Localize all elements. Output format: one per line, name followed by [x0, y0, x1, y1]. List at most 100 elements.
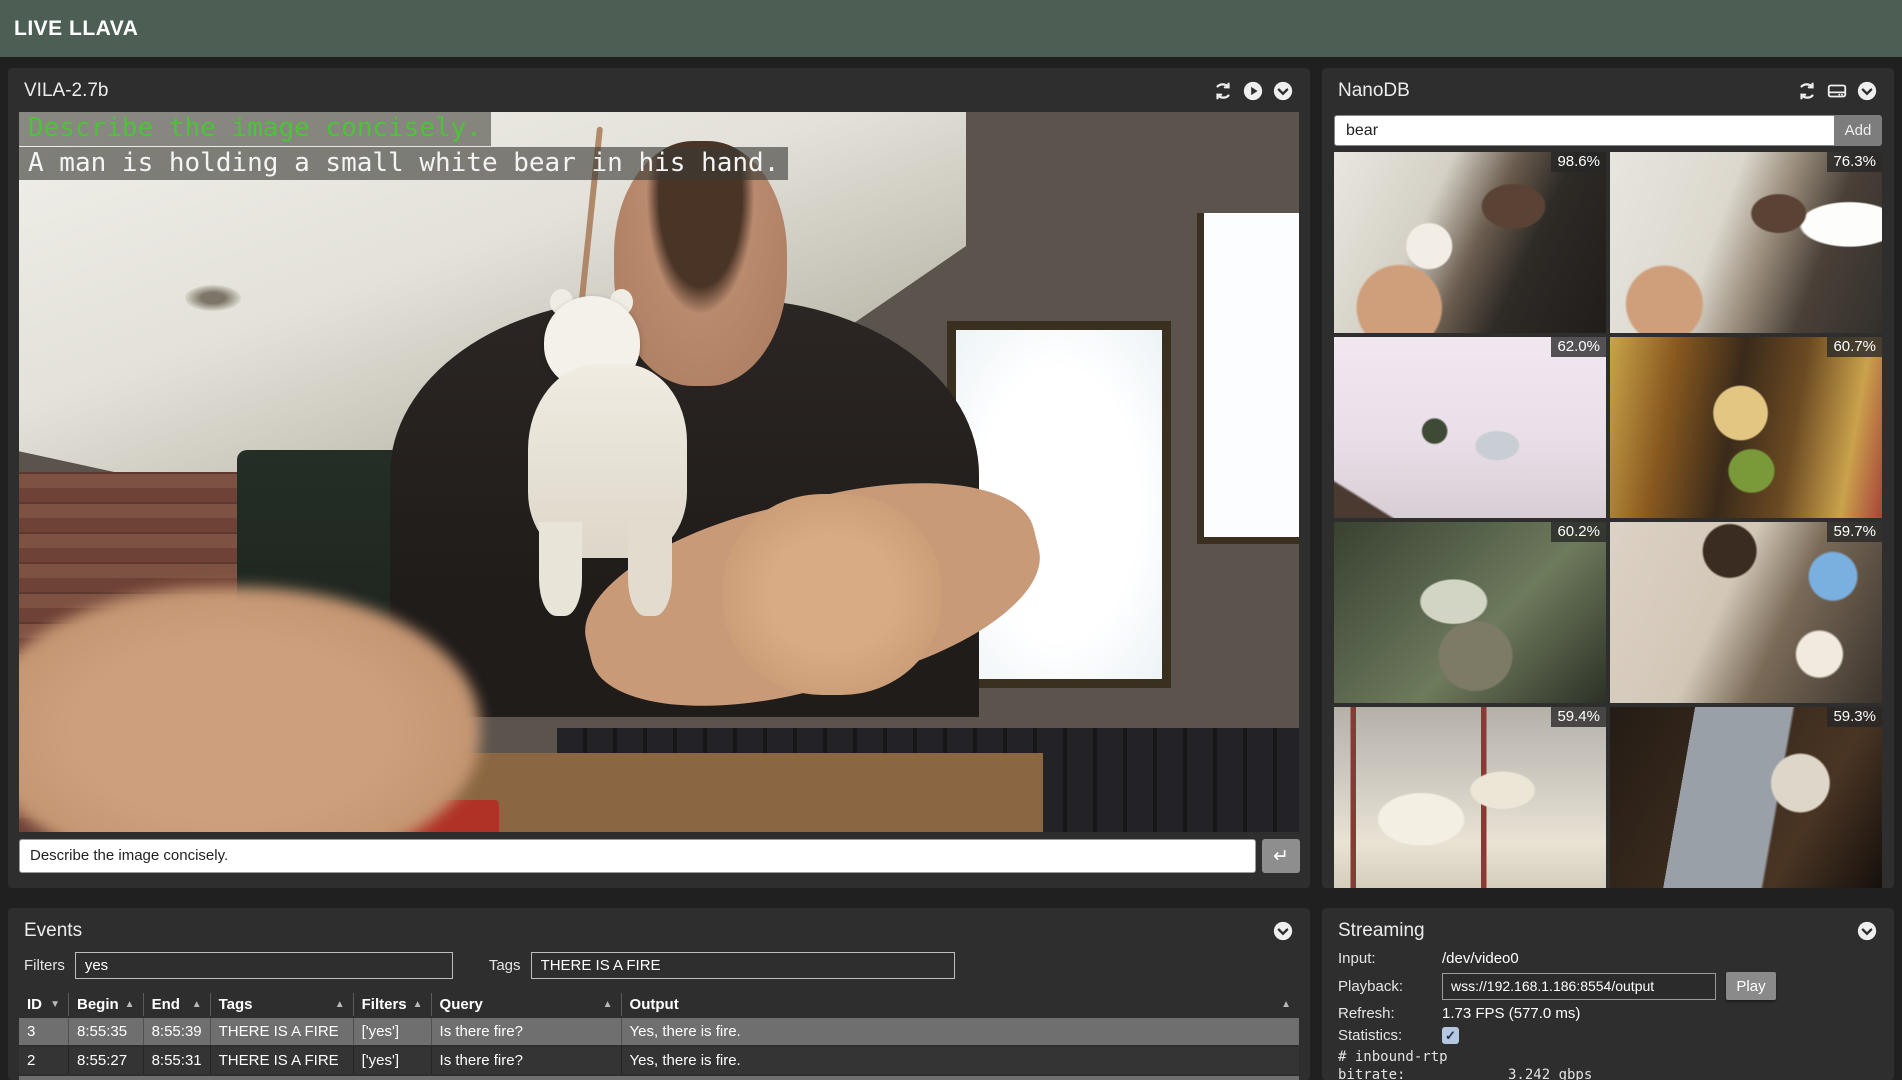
sort-desc-icon: ▼	[50, 999, 60, 1010]
chevron-down-icon[interactable]	[1856, 80, 1878, 102]
prompt-input[interactable]: Describe the image concisely.	[19, 839, 1256, 873]
nanodb-result-thumbnail[interactable]: 60.2%	[1334, 522, 1606, 703]
column-header-id[interactable]: ID ▼	[19, 993, 69, 1016]
return-icon: ↵	[1273, 845, 1289, 867]
bear-leg-shape	[538, 522, 583, 616]
cell-filters: ['yes']	[353, 1047, 432, 1074]
bear-leg-shape	[628, 522, 672, 616]
app-title: LIVE LLAVA	[14, 16, 139, 40]
cell-query: Is there fire?	[431, 1018, 622, 1045]
play-button[interactable]: Play	[1726, 972, 1776, 1000]
similarity-badge: 62.0%	[1551, 337, 1606, 357]
sort-asc-icon: ▲	[191, 999, 202, 1010]
cell-query: Is there fire?	[431, 1047, 622, 1074]
statistics-label: Statistics:	[1338, 1027, 1403, 1044]
stats-bitrate-value: 3.242 gbps	[1508, 1067, 1593, 1080]
filters-input[interactable]	[74, 952, 453, 979]
similarity-badge: 76.3%	[1827, 152, 1882, 172]
vila-panel: VILA-2.7b Describe the image concisely. …	[8, 68, 1310, 888]
similarity-badge: 59.4%	[1551, 707, 1606, 727]
sort-asc-icon: ▲	[602, 999, 613, 1010]
nanodb-result-thumbnail[interactable]: 98.6%	[1334, 152, 1606, 333]
nanodb-result-thumbnail[interactable]: 59.4%	[1334, 707, 1606, 888]
add-button[interactable]: Add	[1834, 115, 1882, 146]
check-icon: ✓	[1445, 1027, 1456, 1043]
similarity-badge: 59.3%	[1827, 707, 1882, 727]
column-header-query[interactable]: Query ▲	[432, 993, 622, 1016]
similarity-badge: 60.2%	[1551, 522, 1606, 542]
sort-asc-icon: ▲	[124, 999, 135, 1010]
input-label: Input:	[1338, 950, 1376, 967]
ceiling-vent-shape	[185, 284, 242, 311]
nanodb-panel-title: NanoDB	[1338, 80, 1410, 101]
cell-tags: THERE IS A FIRE	[210, 1018, 354, 1045]
overlay-response-text: A man is holding a small white bear in h…	[19, 146, 789, 181]
sort-asc-icon: ▲	[1281, 999, 1291, 1010]
input-device-value: /dev/video0	[1442, 950, 1519, 967]
nanodb-search-input[interactable]	[1334, 115, 1834, 146]
streaming-panel: Streaming Input: /dev/video0 Playback: P…	[1322, 908, 1894, 1080]
nanodb-results-grid: 98.6% 76.3% 62.0% 60.7% 60.2% 59.7% 59.4…	[1334, 152, 1882, 888]
save-icon[interactable]	[1826, 80, 1848, 102]
cell-output: Yes, there is fire.	[621, 1018, 1299, 1045]
events-panel-title: Events	[24, 920, 83, 941]
vila-panel-header: VILA-2.7b	[8, 68, 1310, 106]
overlay-prompt-text: Describe the image concisely.	[19, 112, 491, 146]
submit-prompt-button[interactable]: ↵	[1262, 839, 1300, 873]
table-row-clipped[interactable]	[19, 1076, 1299, 1080]
cell-tags: THERE IS A FIRE	[210, 1047, 354, 1074]
man-hand-shape	[723, 493, 941, 696]
stats-bitrate-key: bitrate:	[1338, 1067, 1406, 1080]
events-table: ID ▼ Begin ▲ End ▲ Tags ▲ Filters ▲ Query ▲ Ou…	[19, 991, 1299, 1076]
far-right-window-shape	[1196, 212, 1299, 544]
chevron-down-icon[interactable]	[1272, 920, 1294, 942]
app-header: LIVE LLAVA	[0, 0, 1902, 57]
tags-label: Tags	[488, 957, 521, 974]
refresh-icon[interactable]	[1796, 80, 1818, 102]
refresh-icon[interactable]	[1212, 80, 1234, 102]
cell-begin: 8:55:27	[69, 1047, 144, 1074]
streaming-panel-header: Streaming	[1322, 908, 1894, 944]
playback-url-input[interactable]	[1442, 972, 1716, 1000]
events-panel: Events Filters Tags ID▼ Begin▲ End▲ Tags…	[8, 908, 1310, 1080]
chevron-down-icon[interactable]	[1272, 80, 1294, 102]
cell-begin: 8:55:35	[69, 1018, 144, 1045]
nanodb-result-thumbnail[interactable]: 60.7%	[1610, 337, 1882, 518]
similarity-badge: 60.7%	[1827, 337, 1882, 357]
similarity-badge: 59.7%	[1827, 522, 1882, 542]
cell-output: Yes, there is fire.	[621, 1047, 1299, 1074]
table-row[interactable]: 3 8:55:35 8:55:39 THERE IS A FIRE ['yes'…	[19, 1018, 1299, 1045]
cell-id: 3	[19, 1018, 69, 1045]
playback-label: Playback:	[1338, 977, 1404, 995]
refresh-label: Refresh:	[1338, 1005, 1395, 1022]
nanodb-result-thumbnail[interactable]: 59.3%	[1610, 707, 1882, 888]
caption-overlay: Describe the image concisely. A man is h…	[19, 112, 789, 181]
column-header-filters[interactable]: Filters ▲	[354, 993, 432, 1016]
cell-end: 8:55:31	[143, 1047, 211, 1074]
sort-asc-icon: ▲	[412, 999, 423, 1010]
cell-end: 8:55:39	[143, 1018, 211, 1045]
tags-input[interactable]	[530, 952, 955, 979]
events-table-header-row: ID ▼ Begin ▲ End ▲ Tags ▲ Filters ▲ Query ▲ Ou…	[19, 993, 1299, 1016]
play-icon[interactable]	[1242, 80, 1264, 102]
nanodb-result-thumbnail[interactable]: 62.0%	[1334, 337, 1606, 518]
nanodb-result-thumbnail[interactable]: 76.3%	[1610, 152, 1882, 333]
cell-id: 2	[19, 1047, 69, 1074]
cell-filters: ['yes']	[353, 1018, 432, 1045]
table-row[interactable]: 2 8:55:27 8:55:31 THERE IS A FIRE ['yes'…	[19, 1047, 1299, 1074]
column-header-tags[interactable]: Tags ▲	[211, 993, 354, 1016]
filters-label: Filters	[24, 957, 65, 974]
column-header-begin[interactable]: Begin ▲	[69, 993, 144, 1016]
statistics-checkbox[interactable]: ✓	[1442, 1027, 1459, 1044]
nanodb-result-thumbnail[interactable]: 59.7%	[1610, 522, 1882, 703]
chevron-down-icon[interactable]	[1856, 920, 1878, 942]
nanodb-panel-header: NanoDB	[1322, 68, 1894, 106]
events-panel-header: Events	[8, 908, 1310, 942]
column-header-output[interactable]: Output ▲	[622, 993, 1299, 1016]
video-feed: Describe the image concisely. A man is h…	[19, 112, 1299, 832]
stats-section-heading: # inbound-rtp	[1338, 1049, 1448, 1065]
column-header-end[interactable]: End ▲	[144, 993, 211, 1016]
similarity-badge: 98.6%	[1551, 152, 1606, 172]
sort-asc-icon: ▲	[334, 999, 345, 1010]
nanodb-panel: NanoDB Add	[1322, 68, 1894, 888]
